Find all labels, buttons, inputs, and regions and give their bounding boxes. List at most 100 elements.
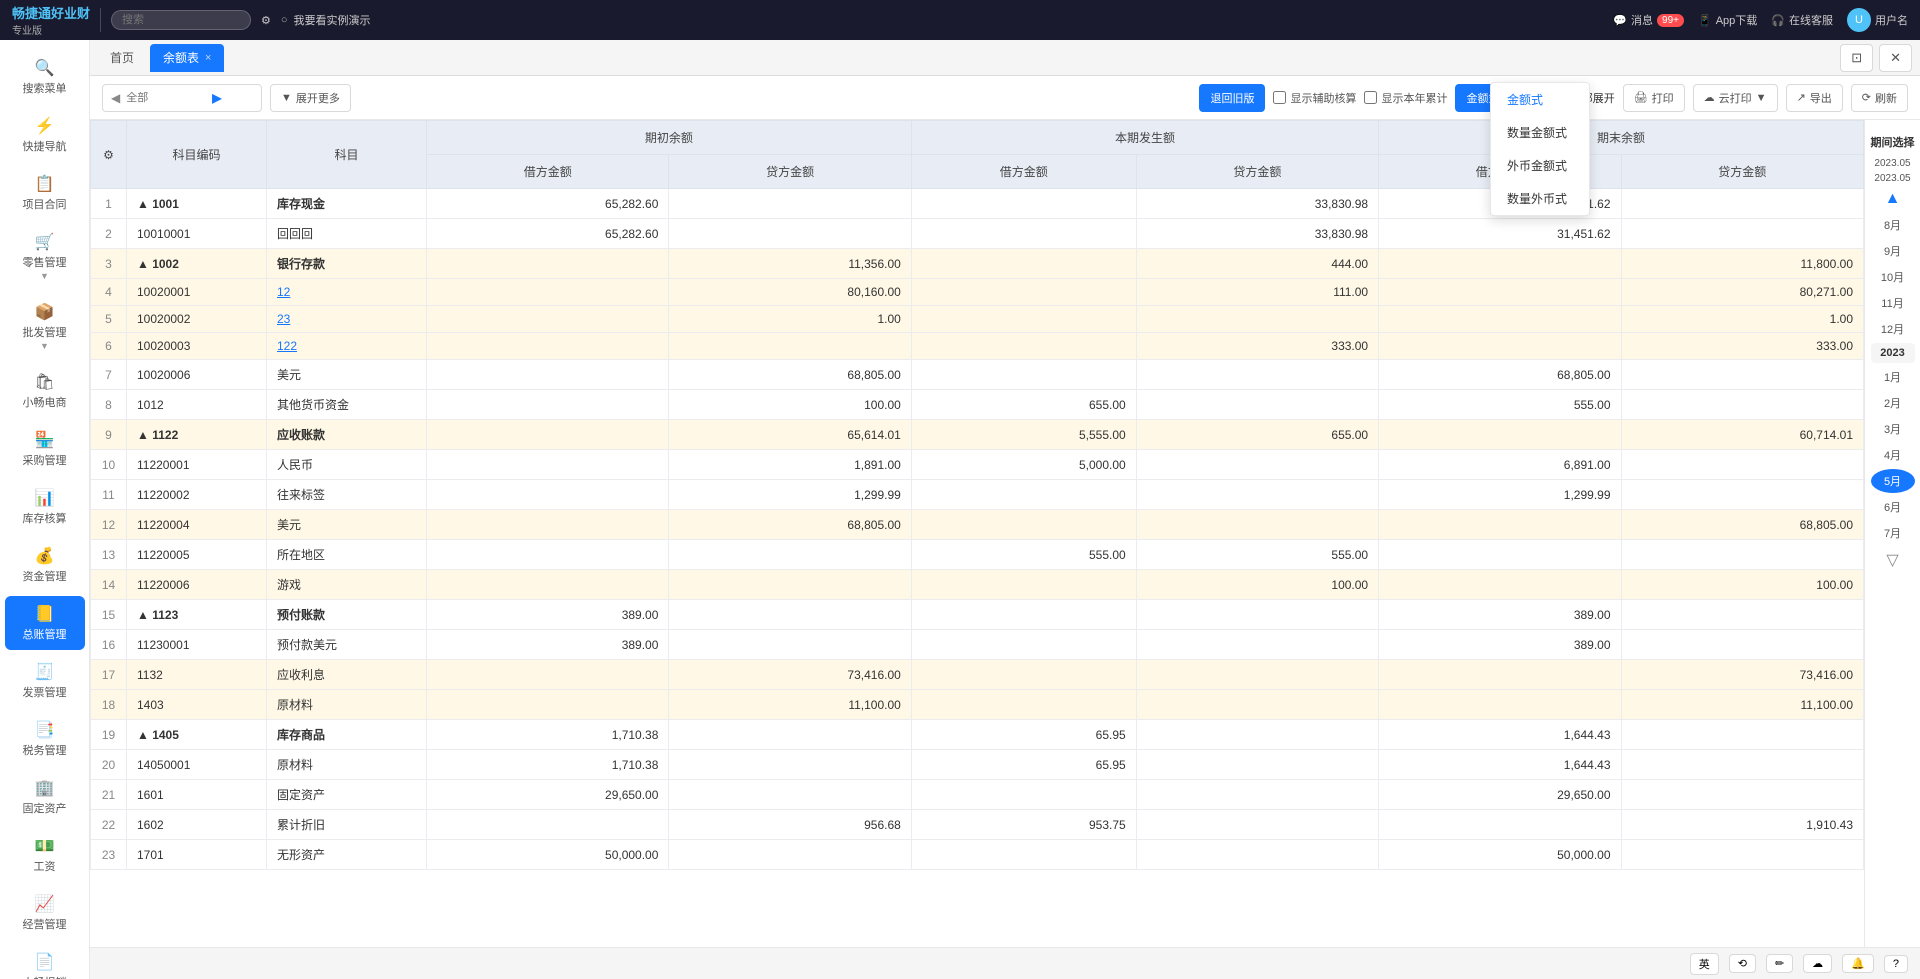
sidebar-item-ecommerce[interactable]: 🛍 小畅电商: [5, 364, 85, 418]
dropdown-item-qty-fx[interactable]: 数量外币式: [1491, 182, 1589, 215]
tab-close-btn[interactable]: ×: [205, 52, 211, 64]
cloud-btn[interactable]: ☁: [1803, 954, 1832, 973]
subject-link[interactable]: 23: [277, 312, 290, 326]
notify-btn[interactable]: 🔔: [1842, 954, 1874, 973]
month-3[interactable]: 3月: [1871, 417, 1915, 441]
table-row[interactable]: 710020006美元68,805.0068,805.00: [91, 360, 1864, 390]
cb-debit: 29,650.00: [1379, 780, 1621, 810]
help-btn[interactable]: ?: [1884, 955, 1908, 973]
month-6[interactable]: 6月: [1871, 495, 1915, 519]
back-old-btn[interactable]: 退回旧版: [1199, 84, 1265, 112]
sidebar-item-inventory[interactable]: 📊 库存核算: [5, 480, 85, 534]
month-1[interactable]: 1月: [1871, 365, 1915, 389]
message-btn[interactable]: 💬 消息 99+: [1613, 12, 1684, 28]
table-row[interactable]: 1111220002往来标签1,299.991,299.99: [91, 480, 1864, 510]
sidebar-item-search[interactable]: 🔍 搜索菜单: [5, 50, 85, 104]
table-row[interactable]: 181403原材料11,100.0011,100.00: [91, 690, 1864, 720]
dropdown-item-qty-amount[interactable]: 数量金额式: [1491, 116, 1589, 149]
recycle-btn[interactable]: ⟲: [1729, 954, 1756, 973]
month-7[interactable]: 7月: [1871, 521, 1915, 545]
prev-period-btn[interactable]: ▲: [1885, 190, 1901, 208]
table-row[interactable]: 1011220001人民币1,891.005,000.006,891.00: [91, 450, 1864, 480]
table-row[interactable]: 210010001回回回65,282.6033,830.9831,451.62: [91, 219, 1864, 249]
next-period-btn[interactable]: ▽: [1886, 550, 1898, 570]
show-assistant-label[interactable]: 显示辅助核算: [1273, 90, 1356, 106]
dropdown-item-amount[interactable]: 金额式: [1491, 83, 1589, 116]
search-area[interactable]: ◀ ▶: [102, 84, 262, 112]
sidebar-item-invoice[interactable]: 🧾 发票管理: [5, 654, 85, 708]
show-ytd-checkbox[interactable]: [1364, 91, 1377, 104]
app-download-btn[interactable]: 📱 App下载: [1698, 12, 1757, 28]
table-row[interactable]: 9▲ 1122应收账款65,614.015,555.00655.0060,714…: [91, 420, 1864, 450]
dropdown-item-fx-amount[interactable]: 外币金额式: [1491, 149, 1589, 182]
search-input[interactable]: [111, 10, 251, 30]
sidebar-item-tax[interactable]: 📑 税务管理: [5, 712, 85, 766]
month-9[interactable]: 9月: [1871, 239, 1915, 263]
subject-link[interactable]: 12: [277, 285, 290, 299]
tab-home[interactable]: 首页: [98, 44, 146, 72]
table-row[interactable]: 1▲ 1001库存现金65,282.6033,830.9831,451.62: [91, 189, 1864, 219]
export-btn[interactable]: ↗ 导出: [1786, 84, 1843, 112]
table-row[interactable]: 1311220005所在地区555.00555.00: [91, 540, 1864, 570]
sidebar-item-operations[interactable]: 📈 经营管理: [5, 886, 85, 940]
pd-debit: [911, 360, 1136, 390]
print-btn[interactable]: 🖨 打印: [1623, 84, 1685, 112]
cb-credit: [1621, 189, 1863, 219]
table-row[interactable]: 2014050001原材料1,710.3865.951,644.43: [91, 750, 1864, 780]
sidebar-item-report[interactable]: 📄 小畅报销: [5, 944, 85, 979]
cb-credit: 73,416.00: [1621, 660, 1863, 690]
table-row[interactable]: 211601固定资产29,650.0029,650.00: [91, 780, 1864, 810]
ob-debit: [427, 249, 669, 279]
tab-restore-btn[interactable]: ⊡: [1840, 44, 1873, 72]
sidebar-item-assets[interactable]: 🏢 固定资产: [5, 770, 85, 824]
show-ytd-label[interactable]: 显示本年累计: [1364, 90, 1447, 106]
table-row[interactable]: 510020002231.001.00: [91, 306, 1864, 333]
month-11[interactable]: 11月: [1871, 291, 1915, 315]
settings-col-header[interactable]: ⚙: [91, 121, 127, 189]
table-row[interactable]: 1411220006游戏100.00100.00: [91, 570, 1864, 600]
row-num: 18: [91, 690, 127, 720]
tab-close-all-btn[interactable]: ✕: [1879, 44, 1912, 72]
table-row[interactable]: 1611230001预付款美元389.00389.00: [91, 630, 1864, 660]
table-row[interactable]: 3▲ 1002银行存款11,356.00444.0011,800.00: [91, 249, 1864, 279]
sidebar-item-salary[interactable]: 💵 工资: [5, 828, 85, 882]
cloud-print-btn[interactable]: ☁ 云打印 ▼: [1693, 84, 1778, 112]
month-2[interactable]: 2月: [1871, 391, 1915, 415]
group-subject: 银行存款: [277, 257, 325, 271]
gear-icon[interactable]: ⚙: [261, 14, 271, 27]
subject-link[interactable]: 122: [277, 339, 297, 353]
expand-more-btn[interactable]: ▼ 展开更多: [270, 84, 351, 112]
sidebar-item-wholesale[interactable]: 📦 批发管理 ▼: [5, 294, 85, 360]
table-row[interactable]: 1211220004美元68,805.0068,805.00: [91, 510, 1864, 540]
month-8[interactable]: 8月: [1871, 213, 1915, 237]
table-row[interactable]: 231701无形资产50,000.0050,000.00: [91, 840, 1864, 870]
table-row[interactable]: 610020003122333.00333.00: [91, 333, 1864, 360]
table-row[interactable]: 15▲ 1123预付账款389.00389.00: [91, 600, 1864, 630]
row-num: 7: [91, 360, 127, 390]
table-row[interactable]: 19▲ 1405库存商品1,710.3865.951,644.43: [91, 720, 1864, 750]
sidebar-item-project[interactable]: 📋 项目合同: [5, 166, 85, 220]
sidebar-item-accounting[interactable]: 📒 总账管理: [5, 596, 85, 650]
table-row[interactable]: 81012其他货币资金100.00655.00555.00: [91, 390, 1864, 420]
subject-search-input[interactable]: [126, 92, 206, 104]
edit-btn[interactable]: ✏: [1766, 954, 1793, 973]
month-5[interactable]: 5月: [1871, 469, 1915, 493]
lang-btn[interactable]: 英: [1690, 953, 1719, 975]
user-avatar[interactable]: U 用户名: [1847, 8, 1908, 32]
sidebar-item-purchase[interactable]: 🏪 采购管理: [5, 422, 85, 476]
sidebar-item-retail[interactable]: 🛒 零售管理 ▼: [5, 224, 85, 290]
demo-link[interactable]: ○ 我要看实例演示: [281, 12, 371, 28]
sidebar-item-shortcut[interactable]: ⚡ 快捷导航: [5, 108, 85, 162]
online-service-btn[interactable]: 🎧 在线客服: [1771, 12, 1833, 28]
refresh-btn[interactable]: ⟳ 刷新: [1851, 84, 1908, 112]
show-assistant-checkbox[interactable]: [1273, 91, 1286, 104]
sidebar-item-capital[interactable]: 💰 资金管理: [5, 538, 85, 592]
table-row[interactable]: 221602累计折旧956.68953.751,910.43: [91, 810, 1864, 840]
table-row[interactable]: 4100200011280,160.00111.0080,271.00: [91, 279, 1864, 306]
table-row[interactable]: 171132应收利息73,416.0073,416.00: [91, 660, 1864, 690]
month-10[interactable]: 10月: [1871, 265, 1915, 289]
tab-balance[interactable]: 余额表 ×: [150, 44, 224, 72]
month-4[interactable]: 4月: [1871, 443, 1915, 467]
pd-credit: 111.00: [1136, 279, 1378, 306]
month-12[interactable]: 12月: [1871, 317, 1915, 341]
